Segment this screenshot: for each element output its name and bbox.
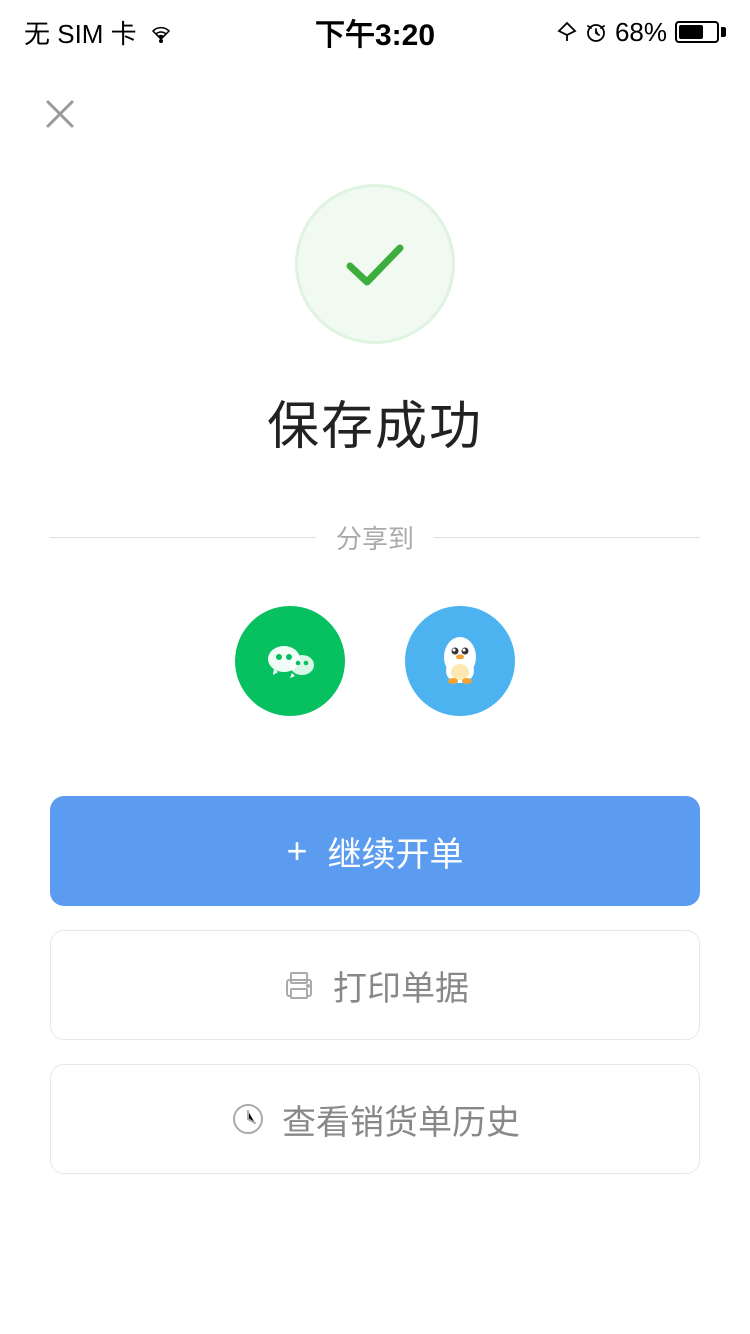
history-button[interactable]: 查看销货单历史 [50, 1064, 700, 1174]
status-time: 下午3:20 [315, 10, 435, 54]
success-icon-circle [295, 184, 455, 344]
status-right: 68% [557, 17, 726, 48]
battery-icon [675, 21, 726, 43]
battery-percent: 68% [615, 17, 667, 48]
wechat-share-button[interactable] [235, 606, 345, 716]
share-divider: 分享到 [50, 519, 700, 556]
continue-button[interactable]: + 继续开单 [50, 796, 700, 906]
history-icon [230, 1101, 266, 1137]
print-label: 打印单据 [333, 961, 469, 1010]
print-icon [281, 967, 317, 1003]
share-icons-container [235, 606, 515, 716]
action-buttons: + 继续开单 打印单据 查看销货单历史 [50, 796, 700, 1174]
alarm-icon [585, 21, 607, 43]
success-title: 保存成功 [267, 384, 483, 459]
location-icon [557, 21, 577, 43]
main-content: 保存成功 分享到 [0, 144, 750, 1334]
qq-share-button[interactable] [405, 606, 515, 716]
close-button[interactable] [30, 84, 90, 144]
share-label: 分享到 [336, 519, 414, 556]
status-bar: 无 SIM 卡 下午3:20 68% [0, 0, 750, 64]
checkmark-icon [335, 224, 415, 304]
wechat-icon [258, 629, 322, 693]
continue-icon: + [286, 830, 307, 872]
print-button[interactable]: 打印单据 [50, 930, 700, 1040]
sim-status: 无 SIM 卡 [24, 14, 137, 51]
qq-icon [428, 629, 492, 693]
divider-line-left [50, 537, 316, 538]
divider-line-right [434, 537, 700, 538]
wifi-icon [147, 21, 175, 43]
history-label: 查看销货单历史 [282, 1095, 520, 1144]
continue-label: 继续开单 [328, 827, 464, 876]
status-left: 无 SIM 卡 [24, 14, 175, 51]
